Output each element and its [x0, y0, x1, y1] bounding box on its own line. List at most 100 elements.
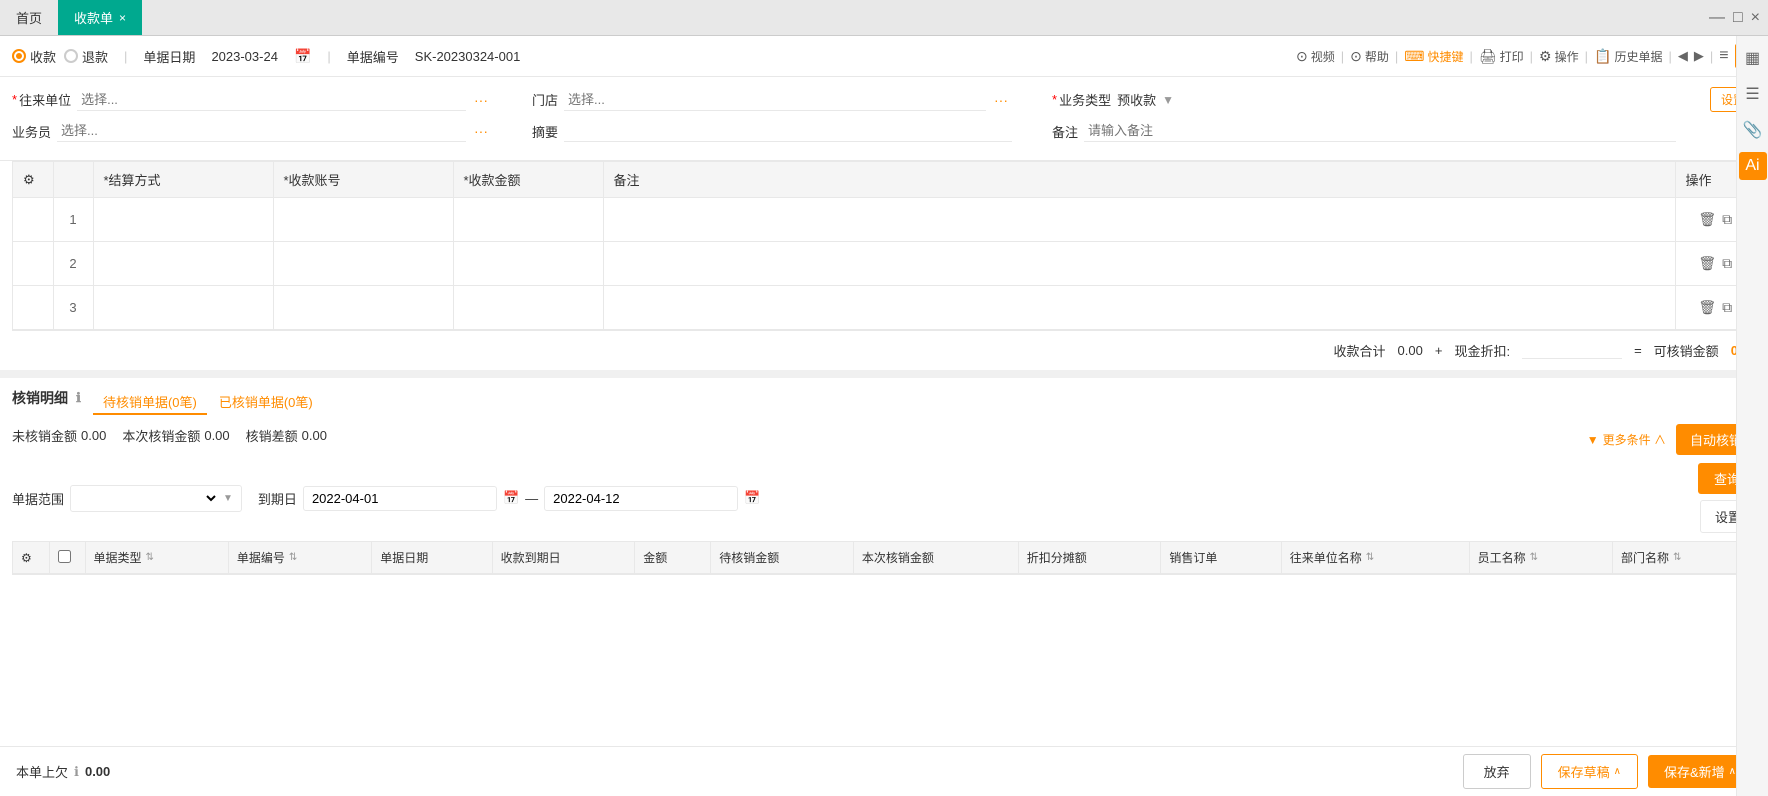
date-calendar-icon[interactable]: 📅	[294, 48, 311, 65]
discount-label: 现金折扣:	[1454, 341, 1510, 360]
th-gear[interactable]: ⚙	[13, 162, 53, 198]
print-btn[interactable]: 🖨 打印	[1479, 48, 1524, 65]
abandon-btn[interactable]: 放弃	[1463, 754, 1531, 789]
counterpart-more-btn[interactable]: ···	[470, 92, 492, 108]
row3-delete-icon[interactable]: 🗑	[1698, 299, 1716, 316]
receipt-table-wrapper: ⚙ *结算方式 *收款账号 *收款金额	[12, 161, 1756, 331]
range-label: 单据范围	[12, 489, 64, 508]
tab-receipt[interactable]: 收款单 ×	[58, 0, 142, 35]
bth-dept: 部门名称⇅	[1612, 542, 1755, 574]
row1-copy-icon[interactable]: ⧉	[1722, 211, 1732, 228]
range-select[interactable]	[79, 490, 219, 507]
select-all-checkbox[interactable]	[58, 550, 71, 563]
counterpart-input[interactable]	[77, 89, 466, 111]
bth-sales-order: 销售订单	[1161, 542, 1281, 574]
list-view-icon[interactable]: ≡	[1719, 47, 1728, 65]
row2-delete-icon[interactable]: 🗑	[1698, 255, 1716, 272]
biz-type-label: 业务类型	[1059, 90, 1111, 109]
row2-note[interactable]	[603, 242, 1675, 286]
row2-no: 2	[53, 242, 93, 286]
row3-account[interactable]	[273, 286, 453, 330]
video-icon: ⊙	[1296, 48, 1308, 65]
row3-copy-icon[interactable]: ⧉	[1722, 299, 1732, 316]
tab-close-icon[interactable]: ×	[119, 11, 126, 25]
row1-note[interactable]	[603, 198, 1675, 242]
row3-settlement[interactable]	[93, 286, 273, 330]
receipt-radio[interactable]: 收款	[12, 47, 56, 66]
window-close-icon[interactable]: ×	[1751, 9, 1760, 27]
section-info-icon[interactable]: ℹ	[76, 390, 81, 406]
bth-checkbox	[49, 542, 85, 574]
range-select-wrapper: ▼	[70, 485, 242, 512]
receipt-label: 收款	[30, 47, 56, 66]
salesperson-field: 业务员 ···	[12, 120, 492, 142]
history-icon: 📋	[1594, 48, 1611, 65]
history-btn[interactable]: 📋 历史单据	[1594, 48, 1662, 65]
refund-radio[interactable]: 退款	[64, 47, 108, 66]
date-dash: —	[525, 491, 538, 506]
sidebar-table-icon[interactable]: ▦	[1739, 44, 1767, 72]
counter-info-icon[interactable]: ℹ	[74, 764, 79, 780]
help-btn[interactable]: ⊙ 帮助	[1350, 48, 1389, 65]
tab-done[interactable]: 已核销单据(0笔)	[209, 390, 323, 415]
store-input[interactable]	[564, 89, 986, 111]
date-sep-calendar: 📅	[503, 490, 519, 506]
ai-label: Ai	[1745, 157, 1759, 175]
top-toolbar: 收款 退款 | 单据日期 2023-03-24 📅 | 单据编号 SK-2023…	[0, 36, 1768, 77]
store-more-btn[interactable]: ···	[990, 92, 1012, 108]
prev-icon[interactable]: ◀	[1678, 48, 1688, 64]
row2-settlement[interactable]	[93, 242, 273, 286]
bth-gear[interactable]: ⚙	[13, 542, 49, 574]
save-draft-btn[interactable]: 保存草稿 ∧	[1541, 754, 1638, 789]
summary-field: 摘要	[532, 120, 1012, 142]
right-sidebar: ▦ ☰ 📎 Ai	[1736, 36, 1768, 796]
salesperson-more-btn[interactable]: ···	[470, 123, 492, 139]
section-title: 核销明细 ℹ	[12, 388, 81, 408]
row3-amount[interactable]	[453, 286, 603, 330]
th-settlement: *结算方式	[93, 162, 273, 198]
date-to-input[interactable]	[544, 486, 738, 511]
notes-input[interactable]	[1084, 120, 1676, 142]
shortcut-btn[interactable]: ⌨ 快捷键	[1404, 48, 1463, 65]
row1-delete-icon[interactable]: 🗑	[1698, 211, 1716, 228]
tab-pending[interactable]: 待核销单据(0笔)	[93, 390, 207, 415]
tab-receipt-label: 收款单	[74, 8, 113, 27]
table-row: 3 🗑 ⧉	[13, 286, 1755, 330]
keyboard-icon: ⌨	[1404, 48, 1424, 65]
row1-settlement[interactable]	[93, 198, 273, 242]
th-amount: *收款金额	[453, 162, 603, 198]
biz-type-field: * 业务类型 预收款 ▼	[1052, 90, 1710, 109]
more-conditions-btn[interactable]: ▼ 更多条件 ∧	[1587, 431, 1666, 448]
date-from-input[interactable]	[303, 486, 497, 511]
row2-gear	[13, 242, 53, 286]
tab-home[interactable]: 首页	[0, 0, 58, 35]
row2-copy-icon[interactable]: ⧉	[1722, 255, 1732, 272]
sidebar-ai-icon[interactable]: Ai	[1739, 152, 1767, 180]
operation-btn[interactable]: ⚙ 操作	[1539, 48, 1579, 65]
discount-input[interactable]	[1522, 343, 1622, 359]
store-field: 门店 ···	[532, 89, 1012, 111]
row3-note[interactable]	[603, 286, 1675, 330]
biz-type-arrow[interactable]: ▼	[1162, 93, 1174, 107]
summary-input[interactable]	[564, 120, 1012, 142]
maximize-icon[interactable]: □	[1733, 9, 1743, 27]
row1-account[interactable]	[273, 198, 453, 242]
bth-doc-no: 单据编号⇅	[228, 542, 371, 574]
row2-amount[interactable]	[453, 242, 603, 286]
row1-amount[interactable]	[453, 198, 603, 242]
form-section: * 往来单位 ··· 门店 ··· * 业务类型 预收款 ▼ 设置	[0, 77, 1768, 161]
eq-sign: =	[1634, 343, 1642, 358]
row1-no: 1	[53, 198, 93, 242]
sidebar-attachment-icon[interactable]: 📎	[1739, 116, 1767, 144]
row2-account[interactable]	[273, 242, 453, 286]
verification-section: 核销明细 ℹ 待核销单据(0笔) 已核销单据(0笔) 未核销金额 0.00 本次…	[0, 378, 1768, 585]
next-icon[interactable]: ▶	[1694, 48, 1704, 64]
sidebar-list-icon[interactable]: ☰	[1739, 80, 1767, 108]
minimize-icon[interactable]: —	[1709, 9, 1725, 27]
summary-row: 收款合计 0.00 + 现金折扣: = 可核销金额 0.00	[0, 331, 1768, 370]
video-btn[interactable]: ⊙ 视频	[1296, 48, 1335, 65]
salesperson-input[interactable]	[57, 120, 466, 142]
notes-label: 备注	[1052, 122, 1078, 141]
refund-radio-dot	[64, 49, 78, 63]
verify-toolbar: 未核销金额 0.00 本次核销金额 0.00 核销差额 0.00 ▼ 更多条件 …	[12, 424, 1756, 455]
